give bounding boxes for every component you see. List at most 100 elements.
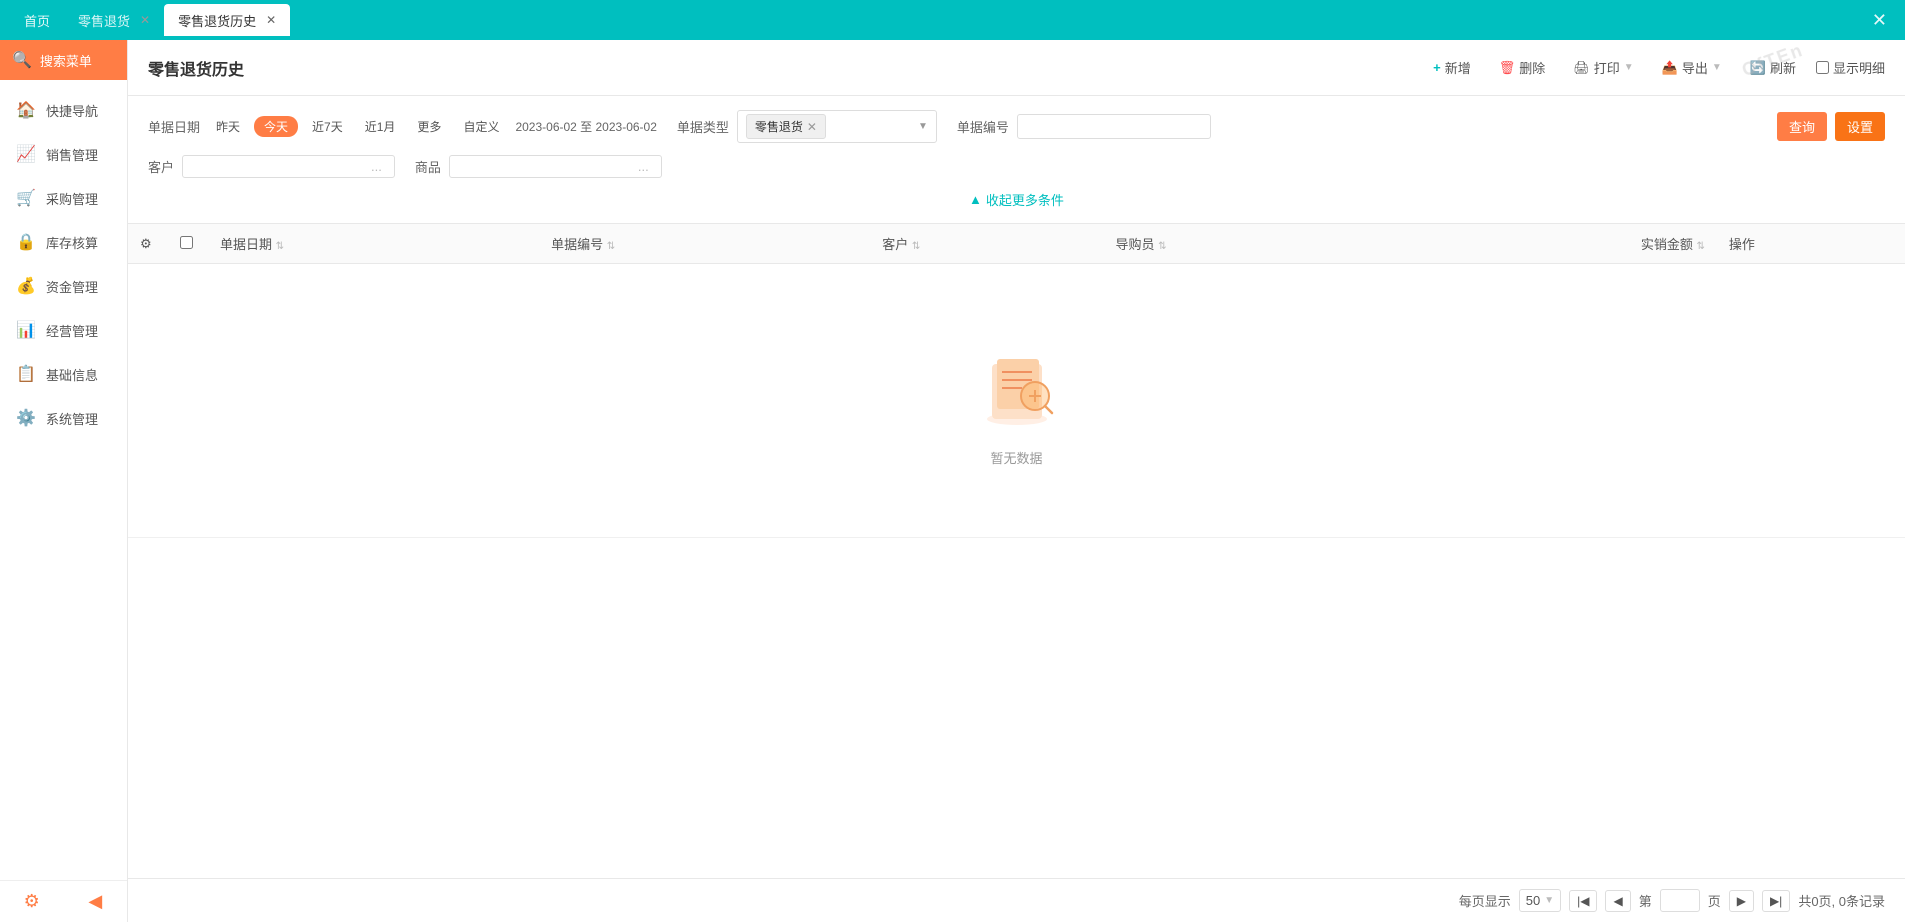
delete-label: 删除 [1519, 58, 1545, 77]
tab-home[interactable]: 首页 [10, 4, 64, 36]
export-button[interactable]: 📤 导出 ▼ [1654, 54, 1730, 81]
sidebar-collapse-button[interactable]: ◀ [64, 881, 128, 922]
sidebar-item-operations-label: 经营管理 [46, 321, 98, 340]
customer-input[interactable] [191, 159, 367, 174]
show-detail-input[interactable] [1816, 61, 1829, 74]
table-select-all-checkbox[interactable] [180, 236, 193, 249]
table-col-customer[interactable]: 客户 ⇅ [870, 224, 1103, 264]
table-settings-col[interactable]: ⚙ [128, 224, 168, 264]
add-button[interactable]: + 新增 [1425, 54, 1479, 81]
empty-state-cell: 暂无数据 [128, 264, 1905, 538]
page-number-input[interactable]: 1 [1660, 889, 1700, 912]
sidebar-item-sales-mgmt[interactable]: 📈 销售管理 [0, 132, 127, 176]
refresh-label: 刷新 [1770, 58, 1796, 77]
show-detail-checkbox[interactable]: 显示明细 [1816, 58, 1885, 77]
print-button[interactable]: 🖨 打印 ▼ [1565, 54, 1641, 81]
collapse-row: ▲ 收起更多条件 [148, 190, 1885, 209]
table-col-guide-label: 导购员 [1116, 237, 1155, 252]
type-select[interactable]: 零售退货 ✕ ▼ [737, 110, 937, 143]
sidebar-item-basic-info[interactable]: 📋 基础信息 [0, 352, 127, 396]
table-col-date-label: 单据日期 [220, 237, 272, 252]
type-tag: 零售退货 ✕ [746, 114, 826, 139]
table-header-row: ⚙ 单据日期 ⇅ 单据编号 ⇅ [128, 224, 1905, 264]
tab-bar: 首页 零售退货 ✕ 零售退货历史 ✕ ✕ [0, 0, 1905, 40]
tab-retail-return-history-close[interactable]: ✕ [266, 13, 276, 27]
refresh-button[interactable]: 🔄 刷新 [1742, 54, 1804, 81]
prev-page-button[interactable]: ◀ [1605, 890, 1630, 912]
yesterday-btn[interactable]: 昨天 [208, 116, 248, 137]
next-page-button[interactable]: ▶ [1729, 890, 1754, 912]
type-filter-item: 单据类型 零售退货 ✕ ▼ [677, 110, 937, 143]
page-size-arrow-icon: ▼ [1544, 895, 1554, 906]
page-title-row: 零售退货历史 + 新增 🗑 删除 🖨 打印 ▼ [148, 54, 1885, 81]
table-col-actions-label: 操作 [1729, 237, 1755, 252]
sidebar-item-quick-nav[interactable]: 🏠 快捷导航 [0, 88, 127, 132]
table-settings-icon[interactable]: ⚙ [140, 236, 152, 251]
delete-button[interactable]: 🗑 删除 [1491, 54, 1554, 81]
sidebar-settings-button[interactable]: ⚙ [0, 881, 64, 922]
export-icon: 📤 [1662, 60, 1678, 76]
sidebar-search[interactable]: 🔍 搜索菜单 [0, 40, 127, 80]
add-icon: + [1433, 60, 1441, 75]
voucher-input[interactable] [1017, 114, 1211, 139]
type-label: 单据类型 [677, 117, 729, 136]
sidebar-search-label: 搜索菜单 [40, 51, 92, 70]
table-col-actions: 操作 [1717, 224, 1905, 264]
tab-retail-return-close[interactable]: ✕ [140, 13, 150, 27]
customer-ellipsis[interactable]: ... [367, 159, 386, 174]
print-icon: 🖨 [1573, 60, 1590, 76]
goods-ellipsis[interactable]: ... [634, 159, 653, 174]
table-col-amount-label: 实销金额 [1641, 237, 1693, 252]
collapse-button[interactable]: ▲ 收起更多条件 [969, 190, 1064, 209]
date-label: 单据日期 [148, 117, 200, 136]
sales-icon: 📈 [16, 144, 36, 164]
sidebar-item-purchase-mgmt[interactable]: 🛒 采购管理 [0, 176, 127, 220]
table-col-voucher[interactable]: 单据编号 ⇅ [539, 224, 870, 264]
goods-input[interactable] [458, 159, 634, 174]
sidebar-item-operations[interactable]: 📊 经营管理 [0, 308, 127, 352]
show-detail-label: 显示明细 [1833, 58, 1885, 77]
basic-info-icon: 📋 [16, 364, 36, 384]
sidebar-item-inventory[interactable]: 🔒 库存核算 [0, 220, 127, 264]
tab-retail-return-label: 零售退货 [78, 11, 130, 30]
type-tag-remove[interactable]: ✕ [807, 120, 817, 134]
tab-retail-return-history-label: 零售退货历史 [178, 11, 256, 30]
last-month-btn[interactable]: 近1月 [357, 116, 404, 137]
customer-sort-icon: ⇅ [912, 241, 920, 252]
sidebar-item-system[interactable]: ⚙️ 系统管理 [0, 396, 127, 440]
home-icon: 🏠 [16, 100, 36, 120]
last-page-button[interactable]: ▶| [1762, 890, 1790, 912]
purchase-icon: 🛒 [16, 188, 36, 208]
tab-retail-return[interactable]: 零售退货 ✕ [64, 4, 164, 36]
table-col-amount[interactable]: 实销金额 ⇅ [1386, 224, 1717, 264]
more-btn[interactable]: 更多 [409, 116, 449, 137]
settings-button[interactable]: 设置 [1835, 112, 1885, 141]
empty-state-illustration [967, 334, 1067, 434]
window-close-button[interactable]: ✕ [1864, 10, 1895, 31]
filter-row-2: 客户 ... 商品 ... [148, 155, 1885, 178]
custom-btn[interactable]: 自定义 [455, 116, 507, 137]
last7-btn[interactable]: 近7天 [304, 116, 351, 137]
query-button[interactable]: 查询 [1777, 112, 1827, 141]
table-col-customer-label: 客户 [882, 237, 908, 252]
empty-state: 暂无数据 [140, 274, 1893, 527]
total-info: 共0页, 0条记录 [1798, 891, 1885, 910]
system-icon: ⚙️ [16, 408, 36, 428]
collapse-label: 收起更多条件 [986, 190, 1064, 209]
page-size-select[interactable]: 50 ▼ [1519, 889, 1561, 912]
table-checkbox-col[interactable] [168, 224, 208, 264]
tab-retail-return-history[interactable]: 零售退货历史 ✕ [164, 4, 290, 36]
today-btn[interactable]: 今天 [254, 116, 298, 137]
goods-filter-item: 商品 ... [415, 155, 662, 178]
sidebar-item-system-label: 系统管理 [46, 409, 98, 428]
page-title: 零售退货历史 [148, 56, 244, 80]
table-col-date[interactable]: 单据日期 ⇅ [208, 224, 539, 264]
data-table: ⚙ 单据日期 ⇅ 单据编号 ⇅ [128, 224, 1905, 538]
table-header: ⚙ 单据日期 ⇅ 单据编号 ⇅ [128, 224, 1905, 264]
customer-label: 客户 [148, 157, 174, 176]
table-col-guide[interactable]: 导购员 ⇅ [1104, 224, 1386, 264]
sidebar-item-finance[interactable]: 💰 资金管理 [0, 264, 127, 308]
first-page-button[interactable]: |◀ [1569, 890, 1597, 912]
export-label: 导出 [1682, 58, 1708, 77]
pagination-bar: 每页显示 50 ▼ |◀ ◀ 第 1 页 ▶ ▶| 共0页, 0条记录 [128, 878, 1905, 922]
